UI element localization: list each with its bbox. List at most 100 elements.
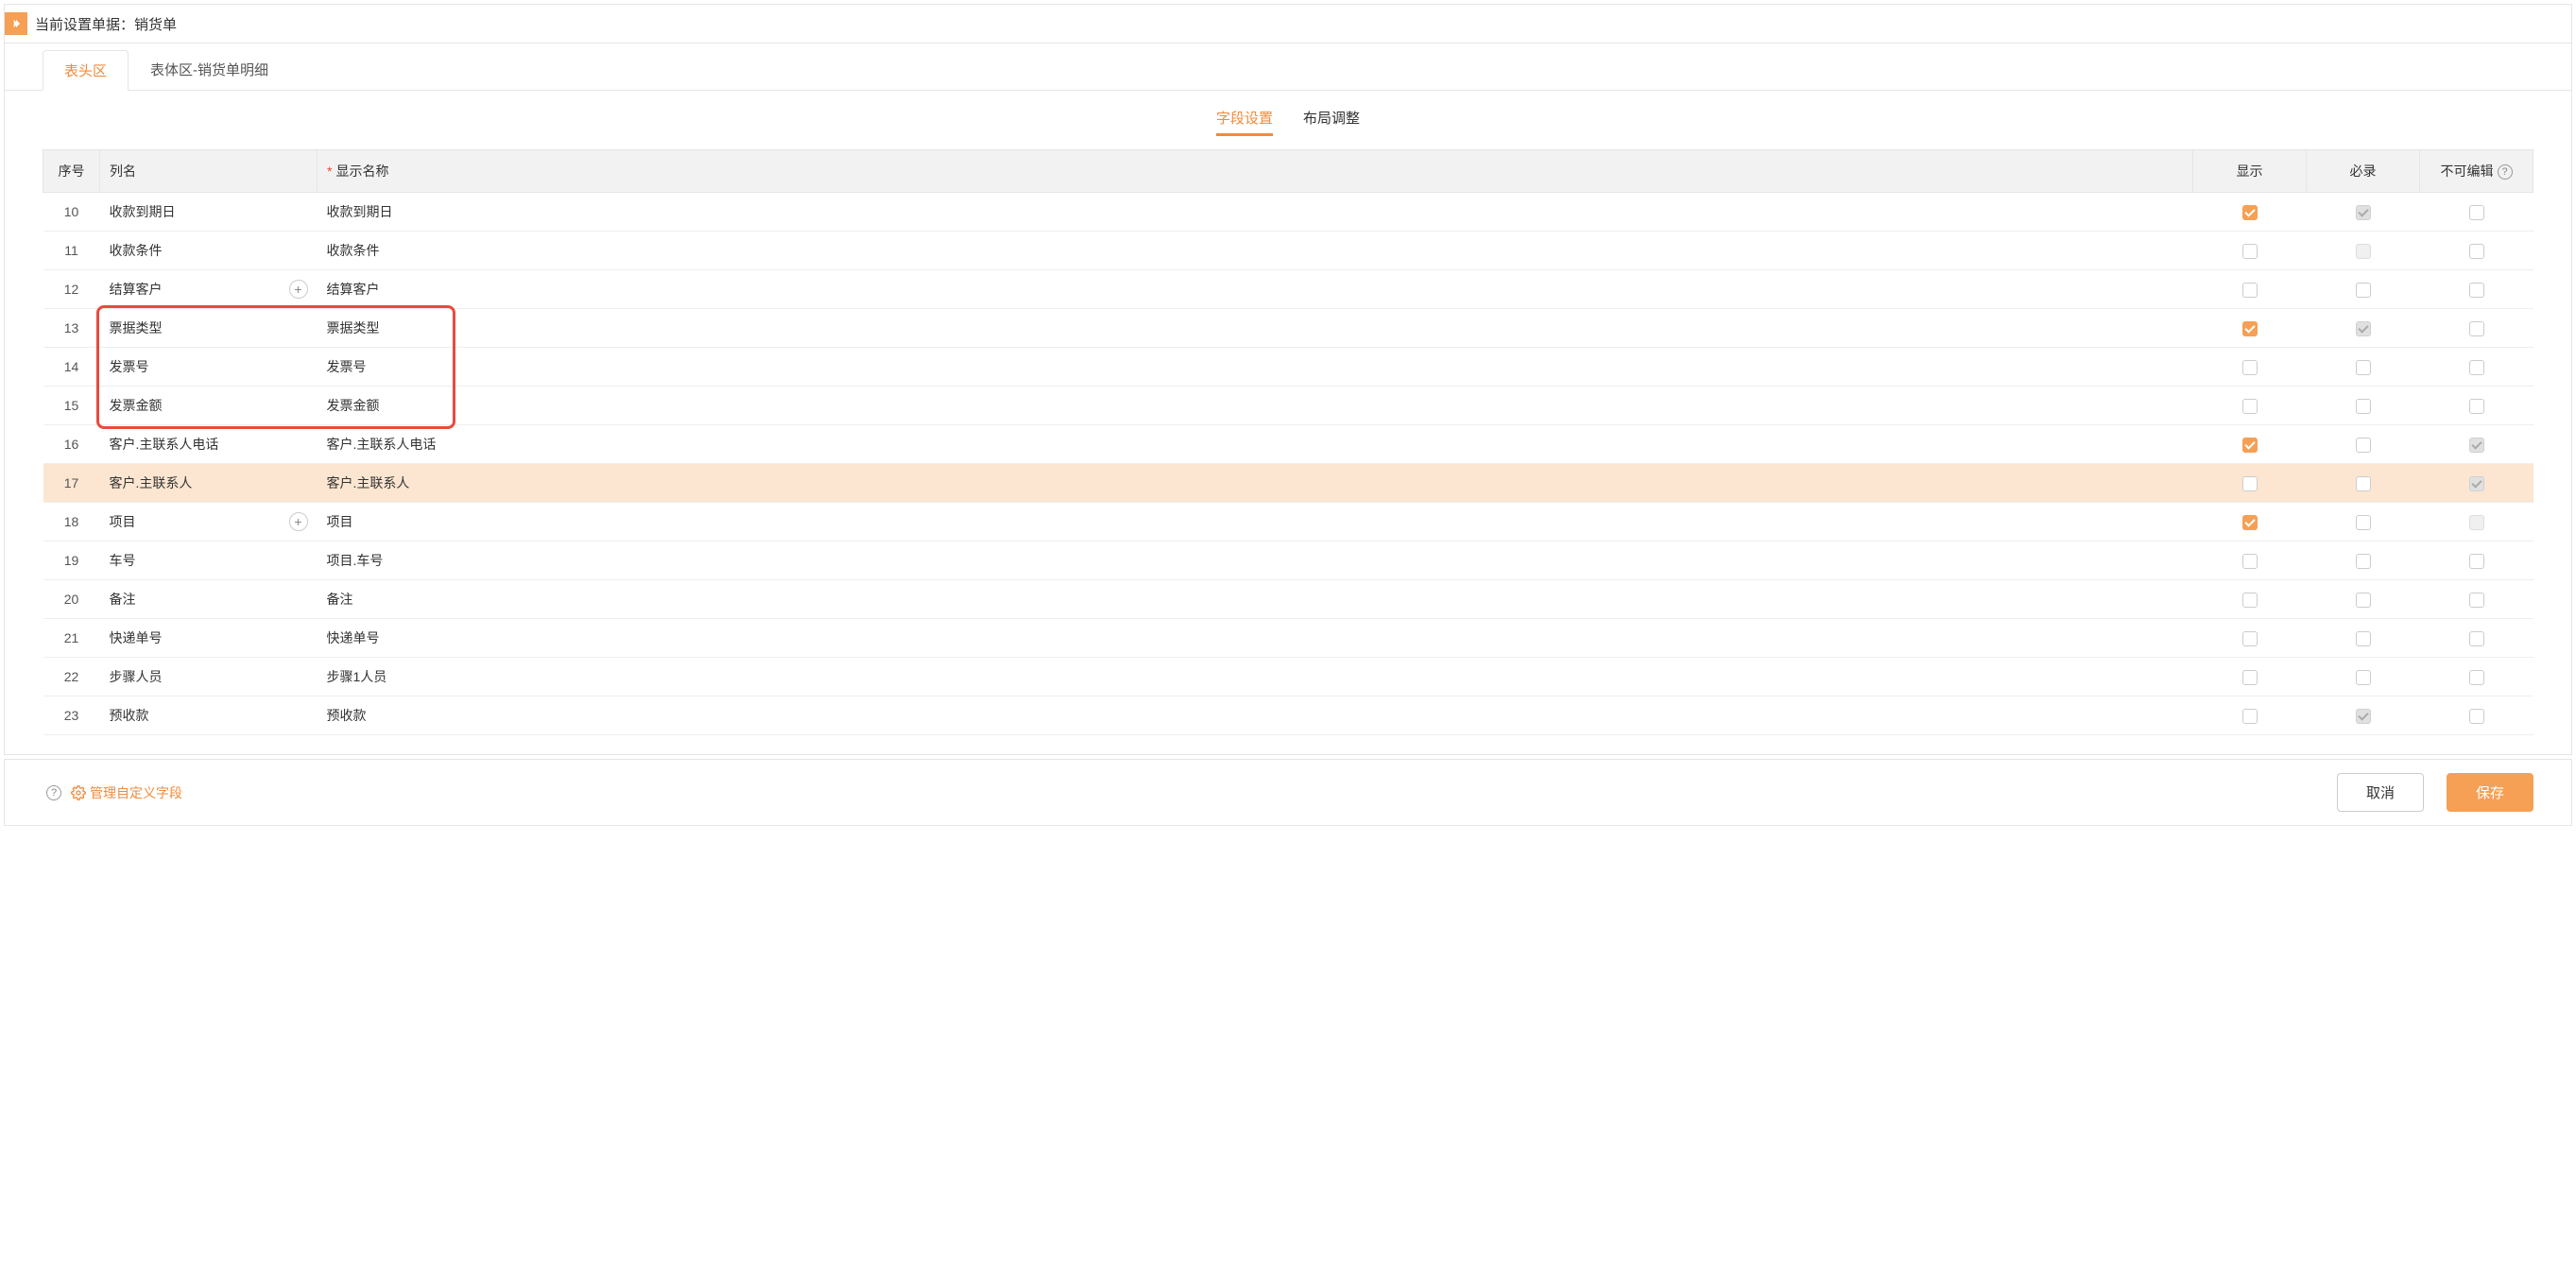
table-row: 22步骤人员步骤1人员 bbox=[43, 658, 2533, 696]
row-displayname[interactable]: 步骤1人员 bbox=[318, 658, 2193, 696]
row-displayname[interactable]: 收款条件 bbox=[318, 232, 2193, 270]
required-checkbox bbox=[2356, 321, 2371, 336]
show-checkbox[interactable] bbox=[2242, 476, 2258, 491]
readonly-checkbox[interactable] bbox=[2469, 593, 2484, 608]
row-displayname[interactable]: 票据类型 bbox=[318, 309, 2193, 348]
required-checkbox[interactable] bbox=[2356, 515, 2371, 530]
subtab-0[interactable]: 字段设置 bbox=[1216, 108, 1273, 136]
readonly-checkbox[interactable] bbox=[2469, 244, 2484, 259]
row-displayname[interactable]: 发票金额 bbox=[318, 387, 2193, 425]
readonly-checkbox[interactable] bbox=[2469, 670, 2484, 685]
readonly-checkbox[interactable] bbox=[2469, 399, 2484, 414]
manage-custom-fields-link[interactable]: 管理自定义字段 bbox=[71, 783, 182, 802]
row-readonly-cell bbox=[2420, 387, 2533, 425]
table-row: 10收款到期日收款到期日 bbox=[43, 193, 2533, 232]
row-displayname[interactable]: 备注 bbox=[318, 580, 2193, 619]
required-checkbox[interactable] bbox=[2356, 438, 2371, 453]
add-icon[interactable]: + bbox=[289, 512, 308, 531]
row-required-cell bbox=[2307, 270, 2420, 309]
required-checkbox[interactable] bbox=[2356, 554, 2371, 569]
required-checkbox[interactable] bbox=[2356, 476, 2371, 491]
row-readonly-cell bbox=[2420, 193, 2533, 232]
row-colname: 票据类型 bbox=[100, 309, 318, 348]
row-colname: 发票号 bbox=[100, 348, 318, 387]
row-displayname[interactable]: 收款到期日 bbox=[318, 193, 2193, 232]
required-checkbox[interactable] bbox=[2356, 670, 2371, 685]
readonly-checkbox[interactable] bbox=[2469, 283, 2484, 298]
row-show-cell bbox=[2193, 232, 2307, 270]
table-body: 10收款到期日收款到期日11收款条件收款条件12结算客户+结算客户13票据类型票… bbox=[43, 193, 2533, 735]
table-row: 13票据类型票据类型 bbox=[43, 309, 2533, 348]
row-displayname[interactable]: 发票号 bbox=[318, 348, 2193, 387]
row-required-cell bbox=[2307, 580, 2420, 619]
row-readonly-cell bbox=[2420, 619, 2533, 658]
add-icon[interactable]: + bbox=[289, 280, 308, 299]
tab-1[interactable]: 表体区-销货单明细 bbox=[129, 49, 290, 90]
required-checkbox[interactable] bbox=[2356, 360, 2371, 375]
readonly-checkbox[interactable] bbox=[2469, 709, 2484, 724]
row-seq: 17 bbox=[43, 464, 100, 503]
help-icon[interactable]: ? bbox=[46, 785, 61, 800]
row-seq: 12 bbox=[43, 270, 100, 309]
show-checkbox[interactable] bbox=[2242, 244, 2258, 259]
show-checkbox[interactable] bbox=[2242, 554, 2258, 569]
show-checkbox[interactable] bbox=[2242, 438, 2258, 453]
show-checkbox[interactable] bbox=[2242, 593, 2258, 608]
row-show-cell bbox=[2193, 270, 2307, 309]
row-seq: 11 bbox=[43, 232, 100, 270]
required-checkbox[interactable] bbox=[2356, 283, 2371, 298]
row-displayname[interactable]: 快递单号 bbox=[318, 619, 2193, 658]
row-show-cell bbox=[2193, 193, 2307, 232]
readonly-checkbox[interactable] bbox=[2469, 321, 2484, 336]
row-required-cell bbox=[2307, 464, 2420, 503]
row-displayname[interactable]: 项目.车号 bbox=[318, 541, 2193, 580]
row-displayname[interactable]: 客户.主联系人电话 bbox=[318, 425, 2193, 464]
header-bar: 当前设置单据：销货单 bbox=[5, 5, 2571, 43]
readonly-checkbox[interactable] bbox=[2469, 360, 2484, 375]
show-checkbox[interactable] bbox=[2242, 283, 2258, 298]
show-checkbox[interactable] bbox=[2242, 515, 2258, 530]
show-checkbox[interactable] bbox=[2242, 709, 2258, 724]
row-readonly-cell bbox=[2420, 270, 2533, 309]
show-checkbox[interactable] bbox=[2242, 399, 2258, 414]
row-readonly-cell bbox=[2420, 348, 2533, 387]
th-seq: 序号 bbox=[43, 150, 100, 193]
required-checkbox[interactable] bbox=[2356, 399, 2371, 414]
row-readonly-cell bbox=[2420, 232, 2533, 270]
readonly-checkbox[interactable] bbox=[2469, 205, 2484, 220]
subtab-1[interactable]: 布局调整 bbox=[1303, 108, 1360, 136]
show-checkbox[interactable] bbox=[2242, 670, 2258, 685]
row-colname: 备注 bbox=[100, 580, 318, 619]
readonly-checkbox bbox=[2469, 476, 2484, 491]
row-show-cell bbox=[2193, 541, 2307, 580]
panel-toggle-button[interactable] bbox=[5, 12, 27, 35]
th-colname: 列名 bbox=[100, 150, 318, 193]
save-button[interactable]: 保存 bbox=[2447, 773, 2533, 812]
required-checkbox[interactable] bbox=[2356, 593, 2371, 608]
show-checkbox[interactable] bbox=[2242, 360, 2258, 375]
readonly-checkbox[interactable] bbox=[2469, 631, 2484, 646]
required-checkbox[interactable] bbox=[2356, 631, 2371, 646]
row-required-cell bbox=[2307, 348, 2420, 387]
footer-bar: ? 管理自定义字段 取消 保存 bbox=[4, 759, 2572, 826]
help-icon[interactable]: ? bbox=[2498, 164, 2513, 180]
row-seq: 10 bbox=[43, 193, 100, 232]
row-displayname[interactable]: 结算客户 bbox=[318, 270, 2193, 309]
row-show-cell bbox=[2193, 425, 2307, 464]
row-displayname[interactable]: 项目 bbox=[318, 503, 2193, 541]
row-colname: 收款到期日 bbox=[100, 193, 318, 232]
row-colname: 预收款 bbox=[100, 696, 318, 735]
readonly-checkbox[interactable] bbox=[2469, 554, 2484, 569]
tab-0[interactable]: 表头区 bbox=[43, 50, 129, 91]
row-displayname[interactable]: 预收款 bbox=[318, 696, 2193, 735]
row-displayname[interactable]: 客户.主联系人 bbox=[318, 464, 2193, 503]
show-checkbox[interactable] bbox=[2242, 205, 2258, 220]
row-show-cell bbox=[2193, 619, 2307, 658]
cancel-button[interactable]: 取消 bbox=[2337, 773, 2424, 812]
row-required-cell bbox=[2307, 387, 2420, 425]
row-show-cell bbox=[2193, 464, 2307, 503]
show-checkbox[interactable] bbox=[2242, 321, 2258, 336]
show-checkbox[interactable] bbox=[2242, 631, 2258, 646]
table-row: 23预收款预收款 bbox=[43, 696, 2533, 735]
row-seq: 23 bbox=[43, 696, 100, 735]
